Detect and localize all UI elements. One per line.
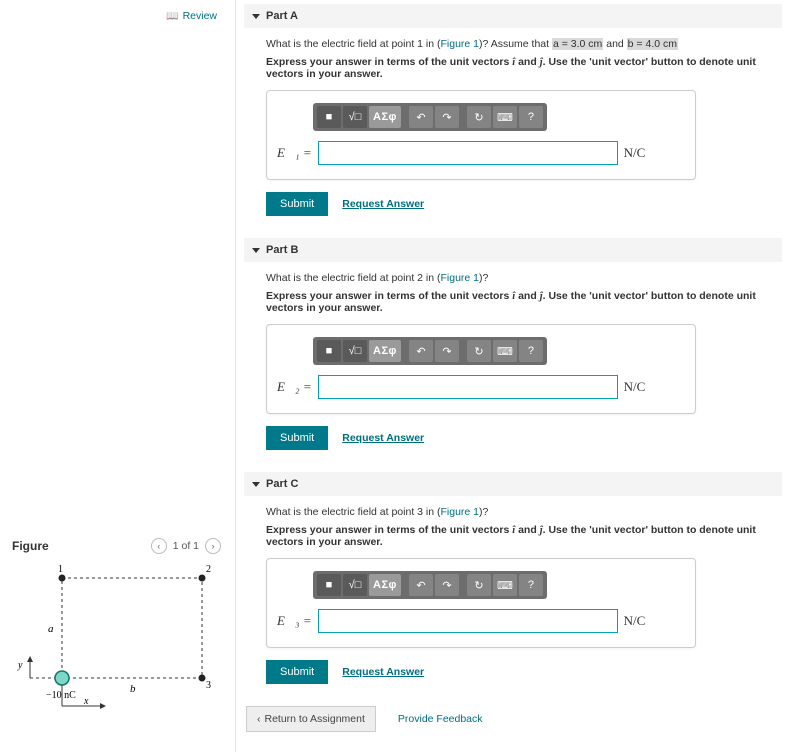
toolbar-keyboard-button[interactable]: ⌨ — [493, 106, 517, 128]
pager-prev-button[interactable]: ‹ — [151, 538, 167, 554]
figure-diagram: 1 2 3 a b y x −10 nC — [12, 560, 222, 710]
part-c-question: What is the electric field at point 3 in… — [266, 506, 774, 518]
toolbar-sqrt-button[interactable]: √□ — [343, 574, 367, 596]
toolbar-keyboard-button[interactable]: ⌨ — [493, 574, 517, 596]
toolbar-redo-button[interactable]: ↷ — [435, 340, 459, 362]
part-b-question: What is the electric field at point 2 in… — [266, 272, 774, 284]
answer-unit: N/C — [624, 145, 646, 161]
part-c-answer-input[interactable] — [318, 609, 618, 633]
equation-toolbar: ■ √□ ΑΣφ ↶ ↷ ↻ ⌨ ? — [313, 571, 547, 599]
equation-toolbar: ■ √□ ΑΣφ ↶ ↷ ↻ ⌨ ? — [313, 103, 547, 131]
part-a-header[interactable]: Part A — [244, 4, 782, 28]
pager-next-button[interactable]: › — [205, 538, 221, 554]
return-button[interactable]: ‹ Return to Assignment — [246, 706, 376, 732]
svg-text:y: y — [17, 660, 23, 671]
pager-text: 1 of 1 — [173, 540, 199, 552]
toolbar-undo-button[interactable]: ↶ — [409, 340, 433, 362]
review-link[interactable]: Review — [166, 10, 217, 22]
toolbar-greek-button[interactable]: ΑΣφ — [369, 574, 401, 596]
svg-text:a: a — [48, 623, 54, 635]
caret-down-icon — [252, 482, 260, 487]
toolbar-reset-button[interactable]: ↻ — [467, 340, 491, 362]
equation-toolbar: ■ √□ ΑΣφ ↶ ↷ ↻ ⌨ ? — [313, 337, 547, 365]
caret-down-icon — [252, 248, 260, 253]
figure-link[interactable]: Figure 1 — [441, 272, 480, 284]
part-a-submit-button[interactable]: Submit — [266, 192, 328, 216]
part-a-title: Part A — [266, 10, 298, 22]
figure-link[interactable]: Figure 1 — [441, 506, 480, 518]
part-b-answer-box: ■ √□ ΑΣφ ↶ ↷ ↻ ⌨ ? E⃗₂ = N/C — [266, 324, 696, 414]
part-b-instruction: Express your answer in terms of the unit… — [266, 290, 774, 314]
part-c-title: Part C — [266, 478, 298, 490]
part-b-answer-input[interactable] — [318, 375, 618, 399]
toolbar-templates-button[interactable]: ■ — [317, 574, 341, 596]
part-a-request-answer-link[interactable]: Request Answer — [342, 198, 424, 210]
toolbar-reset-button[interactable]: ↻ — [467, 106, 491, 128]
part-a-answer-box: ■ √□ ΑΣφ ↶ ↷ ↻ ⌨ ? E⃗₁ = N/C — [266, 90, 696, 180]
toolbar-redo-button[interactable]: ↷ — [435, 106, 459, 128]
part-c-request-answer-link[interactable]: Request Answer — [342, 666, 424, 678]
part-b-request-answer-link[interactable]: Request Answer — [342, 432, 424, 444]
answer-label: E⃗₂ = — [277, 379, 312, 395]
answer-label: E⃗₁ = — [277, 145, 312, 161]
answer-label: E⃗₃ = — [277, 613, 312, 629]
review-label: Review — [183, 10, 217, 22]
answer-unit: N/C — [624, 379, 646, 395]
svg-text:3: 3 — [206, 680, 211, 691]
book-icon — [166, 10, 178, 22]
toolbar-templates-button[interactable]: ■ — [317, 106, 341, 128]
part-a-question: What is the electric field at point 1 in… — [266, 38, 774, 50]
answer-unit: N/C — [624, 613, 646, 629]
toolbar-help-button[interactable]: ? — [519, 340, 543, 362]
toolbar-sqrt-button[interactable]: √□ — [343, 340, 367, 362]
toolbar-sqrt-button[interactable]: √□ — [343, 106, 367, 128]
caret-down-icon — [252, 14, 260, 19]
toolbar-greek-button[interactable]: ΑΣφ — [369, 106, 401, 128]
chevron-left-icon: ‹ — [257, 713, 261, 725]
svg-text:1: 1 — [58, 564, 63, 575]
toolbar-keyboard-button[interactable]: ⌨ — [493, 340, 517, 362]
toolbar-redo-button[interactable]: ↷ — [435, 574, 459, 596]
svg-text:2: 2 — [206, 564, 211, 575]
toolbar-greek-button[interactable]: ΑΣφ — [369, 340, 401, 362]
part-c-instruction: Express your answer in terms of the unit… — [266, 524, 774, 548]
part-c-header[interactable]: Part C — [244, 472, 782, 496]
toolbar-reset-button[interactable]: ↻ — [467, 574, 491, 596]
svg-text:b: b — [130, 683, 136, 695]
part-b-title: Part B — [266, 244, 298, 256]
provide-feedback-link[interactable]: Provide Feedback — [398, 713, 483, 725]
figure-pager: ‹ 1 of 1 › — [151, 538, 221, 554]
part-b-header[interactable]: Part B — [244, 238, 782, 262]
part-a-instruction: Express your answer in terms of the unit… — [266, 56, 774, 80]
part-c-answer-box: ■ √□ ΑΣφ ↶ ↷ ↻ ⌨ ? E⃗₃ = N/C — [266, 558, 696, 648]
figure-link[interactable]: Figure 1 — [441, 38, 480, 50]
part-b-submit-button[interactable]: Submit — [266, 426, 328, 450]
figure-title: Figure — [12, 539, 49, 553]
toolbar-undo-button[interactable]: ↶ — [409, 574, 433, 596]
part-a-answer-input[interactable] — [318, 141, 618, 165]
toolbar-help-button[interactable]: ? — [519, 106, 543, 128]
svg-text:x: x — [83, 696, 89, 707]
part-c-submit-button[interactable]: Submit — [266, 660, 328, 684]
toolbar-templates-button[interactable]: ■ — [317, 340, 341, 362]
toolbar-help-button[interactable]: ? — [519, 574, 543, 596]
toolbar-undo-button[interactable]: ↶ — [409, 106, 433, 128]
